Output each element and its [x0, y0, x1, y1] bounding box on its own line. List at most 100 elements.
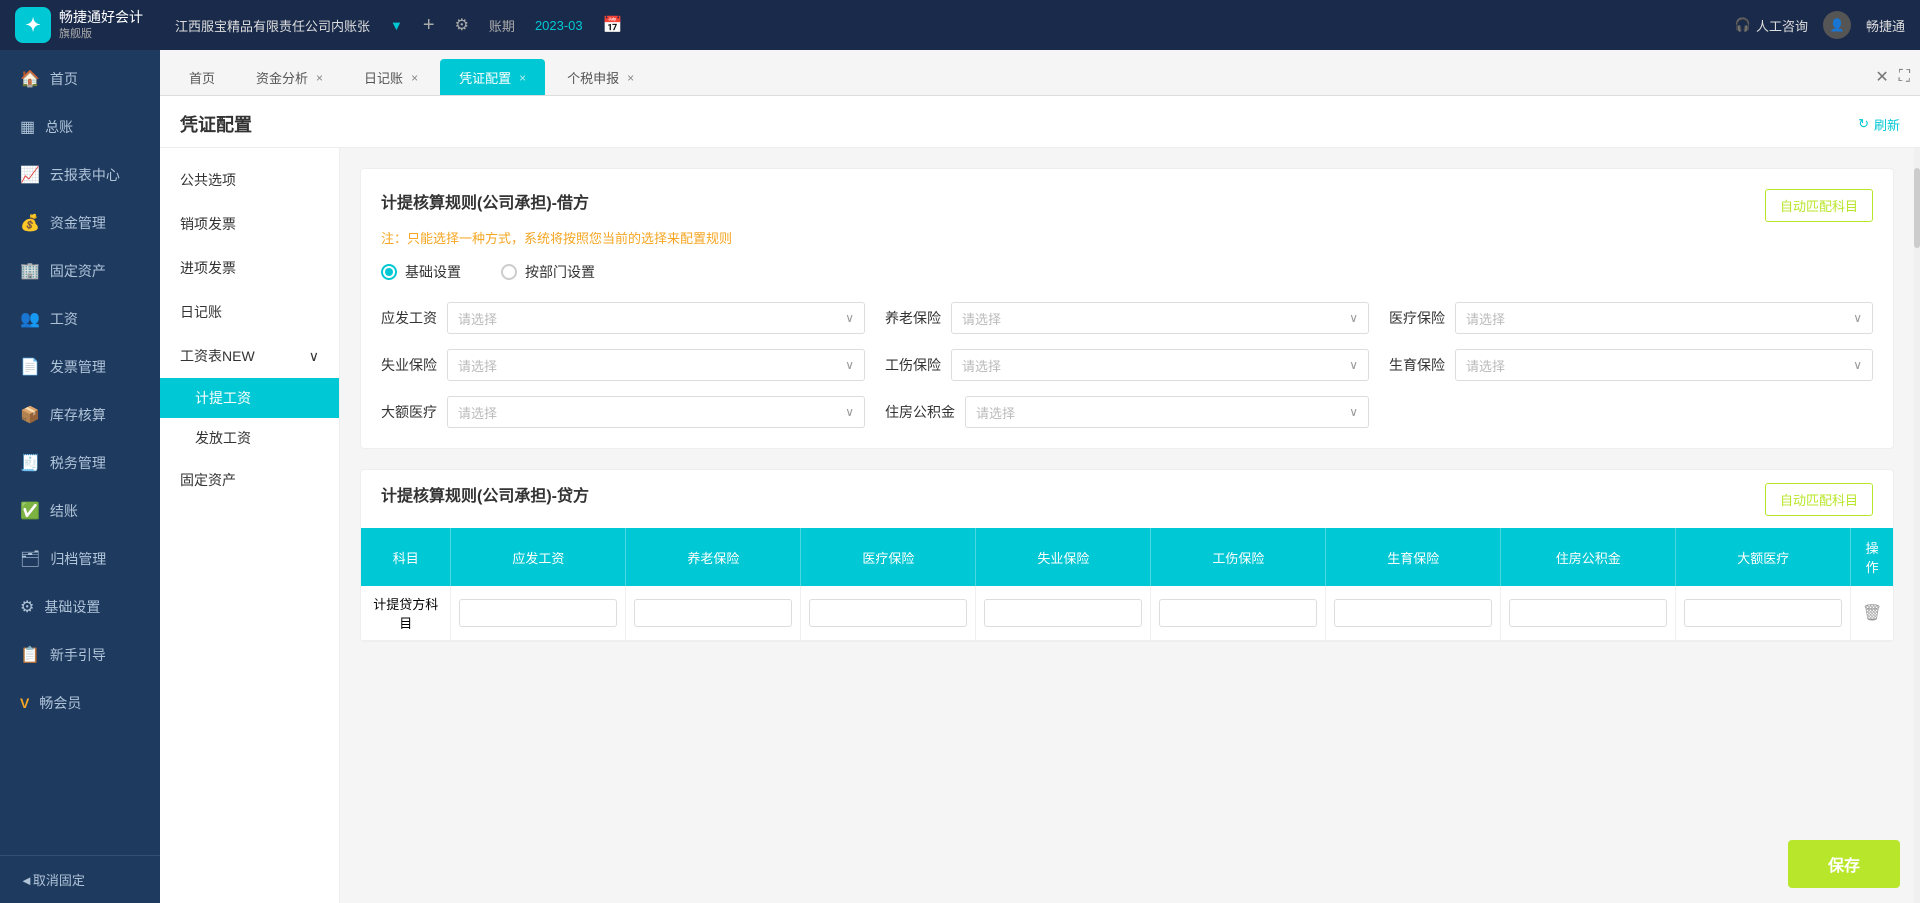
sidebar-label-member: 畅会员 [39, 693, 81, 713]
tab-capital-analysis[interactable]: 资金分析 × [237, 59, 342, 95]
page-header: 凭证配置 ↻ 刷新 [160, 96, 1920, 148]
menu-group-salary-sheet[interactable]: 工资表NEW ∨ [160, 334, 339, 378]
menu-item-sales-invoice[interactable]: 销项发票 [160, 202, 339, 246]
row-housing-input[interactable] [1509, 599, 1667, 627]
row-should-pay-input[interactable] [459, 599, 617, 627]
chevron-down-icon: ∨ [845, 358, 854, 372]
field-pension: 养老保险 请选择 ∨ [885, 302, 1369, 334]
row-subject-label: 计提贷方科目 [361, 586, 451, 641]
gear-icon[interactable]: ⚙ [455, 15, 469, 35]
row-medical-input[interactable] [809, 599, 967, 627]
sidebar-label-ledger: 总账 [45, 117, 73, 137]
user-name[interactable]: 畅捷通 [1866, 16, 1905, 35]
right-scrollbar[interactable] [1914, 148, 1920, 903]
radio-basic-setting[interactable]: 基础设置 [381, 262, 461, 282]
period-value[interactable]: 2023-03 [535, 18, 583, 33]
tab-tax-close[interactable]: × [627, 71, 634, 85]
save-section: 保存 [1768, 825, 1920, 903]
row-pension-input-cell [626, 586, 801, 641]
delete-row-button[interactable]: 🗑 [1862, 605, 1882, 622]
save-button[interactable]: 保存 [1788, 840, 1900, 888]
sidebar-item-reports[interactable]: 📈 云报表中心 [0, 151, 160, 199]
tab-voucher-close[interactable]: × [519, 71, 526, 85]
tab-home[interactable]: 首页 [170, 59, 234, 95]
tab-diary[interactable]: 日记账 × [345, 59, 437, 95]
field-medical-select[interactable]: 请选择 ∨ [1455, 302, 1873, 334]
field-injury-select[interactable]: 请选择 ∨ [951, 349, 1369, 381]
field-should-pay-select[interactable]: 请选择 ∨ [447, 302, 865, 334]
row-birth-input[interactable] [1334, 599, 1492, 627]
row-large-medical-input[interactable] [1684, 599, 1842, 627]
field-unemployment: 失业保险 请选择 ∨ [381, 349, 865, 381]
sidebar-item-invoices[interactable]: 📄 发票管理 [0, 343, 160, 391]
refresh-button[interactable]: ↻ 刷新 [1858, 115, 1900, 134]
maximize-button[interactable]: ⛶ [1899, 68, 1910, 86]
row-injury-input[interactable] [1159, 599, 1317, 627]
debit-form-grid: 应发工资 请选择 ∨ 养老保险 请选择 ∨ [381, 302, 1873, 428]
sidebar-item-checkout[interactable]: ✅ 结账 [0, 487, 160, 535]
app-name: 畅捷通好会计 [59, 9, 143, 26]
menu-item-fixed-assets[interactable]: 固定资产 [160, 458, 339, 502]
sidebar-item-assets[interactable]: 🏢 固定资产 [0, 247, 160, 295]
credit-auto-match-button[interactable]: 自动匹配科目 [1765, 483, 1873, 516]
sidebar-item-inventory[interactable]: 📦 库存核算 [0, 391, 160, 439]
field-housing-fund-select[interactable]: 请选择 ∨ [965, 396, 1369, 428]
scrollbar-thumb [1914, 168, 1920, 248]
menu-item-public[interactable]: 公共选项 [160, 158, 339, 202]
app-sub: 旗舰版 [59, 25, 143, 41]
field-large-medical-label: 大额医疗 [381, 402, 437, 422]
menu-item-diary[interactable]: 日记账 [160, 290, 339, 334]
menu-sub-accrue-salary[interactable]: 计提工资 [160, 378, 339, 418]
add-button[interactable]: + [423, 14, 435, 37]
menu-item-purchase-invoice[interactable]: 进项发票 [160, 246, 339, 290]
sidebar-item-home[interactable]: 🏠 首页 [0, 55, 160, 103]
tab-tax-report[interactable]: 个税申报 × [548, 59, 653, 95]
tab-capital-close[interactable]: × [316, 71, 323, 85]
calendar-icon[interactable]: 📅 [603, 15, 623, 35]
field-housing-fund: 住房公积金 请选择 ∨ [885, 396, 1369, 428]
cancel-pin-button[interactable]: ◄取消固定 [0, 855, 160, 903]
row-unemployment-input[interactable] [984, 599, 1142, 627]
sidebar-item-funds[interactable]: 💰 资金管理 [0, 199, 160, 247]
field-pension-select[interactable]: 请选择 ∨ [951, 302, 1369, 334]
salary-icon: 👥 [20, 309, 40, 329]
field-medical: 医疗保险 请选择 ∨ [1389, 302, 1873, 334]
tab-diary-close[interactable]: × [411, 71, 418, 85]
row-medical-input-cell [801, 586, 976, 641]
debit-auto-match-button[interactable]: 自动匹配科目 [1765, 189, 1873, 222]
main-layout: 🏠 首页 ▦ 总账 📈 云报表中心 💰 资金管理 🏢 固定资产 👥 工资 📄 发… [0, 50, 1920, 903]
sidebar-item-member[interactable]: V 畅会员 [0, 679, 160, 727]
sidebar-label-settings: 基础设置 [44, 597, 100, 617]
field-large-medical-select[interactable]: 请选择 ∨ [447, 396, 865, 428]
credit-section-title: 计提核算规则(公司承担)-贷方 [381, 482, 589, 506]
sidebar-item-guide[interactable]: 📋 新手引导 [0, 631, 160, 679]
tab-bar: 首页 资金分析 × 日记账 × 凭证配置 × 个税申报 × ✕ ⛶ [160, 50, 1920, 96]
radio-group-debit: 基础设置 按部门设置 [381, 262, 1873, 282]
tab-voucher-config[interactable]: 凭证配置 × [440, 59, 545, 95]
sidebar-item-archive[interactable]: 🗂 归档管理 [0, 535, 160, 583]
row-injury-input-cell [1151, 586, 1326, 641]
close-tab-button[interactable]: ✕ [1875, 67, 1888, 87]
field-injury: 工伤保险 请选择 ∨ [885, 349, 1369, 381]
company-dropdown[interactable]: ▼ [390, 18, 403, 33]
tab-voucher-label: 凭证配置 [459, 68, 511, 87]
row-housing-input-cell [1501, 586, 1676, 641]
row-pension-input[interactable] [634, 599, 792, 627]
field-unemployment-select[interactable]: 请选择 ∨ [447, 349, 865, 381]
sidebar-label-inventory: 库存核算 [50, 405, 106, 425]
table-row: 计提贷方科目 🗑 [361, 586, 1893, 641]
menu-sub-pay-salary[interactable]: 发放工资 [160, 418, 339, 458]
row-delete-cell: 🗑 [1851, 586, 1893, 641]
sidebar-item-settings[interactable]: ⚙ 基础设置 [0, 583, 160, 631]
sidebar-label-home: 首页 [50, 69, 78, 89]
sidebar-label-salary: 工资 [50, 309, 78, 329]
sidebar-item-tax[interactable]: 🧾 税务管理 [0, 439, 160, 487]
archive-icon: 🗂 [20, 549, 40, 569]
service-button[interactable]: 🎧 人工咨询 [1735, 16, 1808, 35]
sidebar-item-salary[interactable]: 👥 工资 [0, 295, 160, 343]
radio-department-setting[interactable]: 按部门设置 [501, 262, 595, 282]
field-birth-select[interactable]: 请选择 ∨ [1455, 349, 1873, 381]
credit-section: 计提核算规则(公司承担)-贷方 自动匹配科目 科目 应发工资 养老保险 医疗保险… [360, 469, 1894, 642]
sidebar-item-ledger[interactable]: ▦ 总账 [0, 103, 160, 151]
row-birth-input-cell [1326, 586, 1501, 641]
